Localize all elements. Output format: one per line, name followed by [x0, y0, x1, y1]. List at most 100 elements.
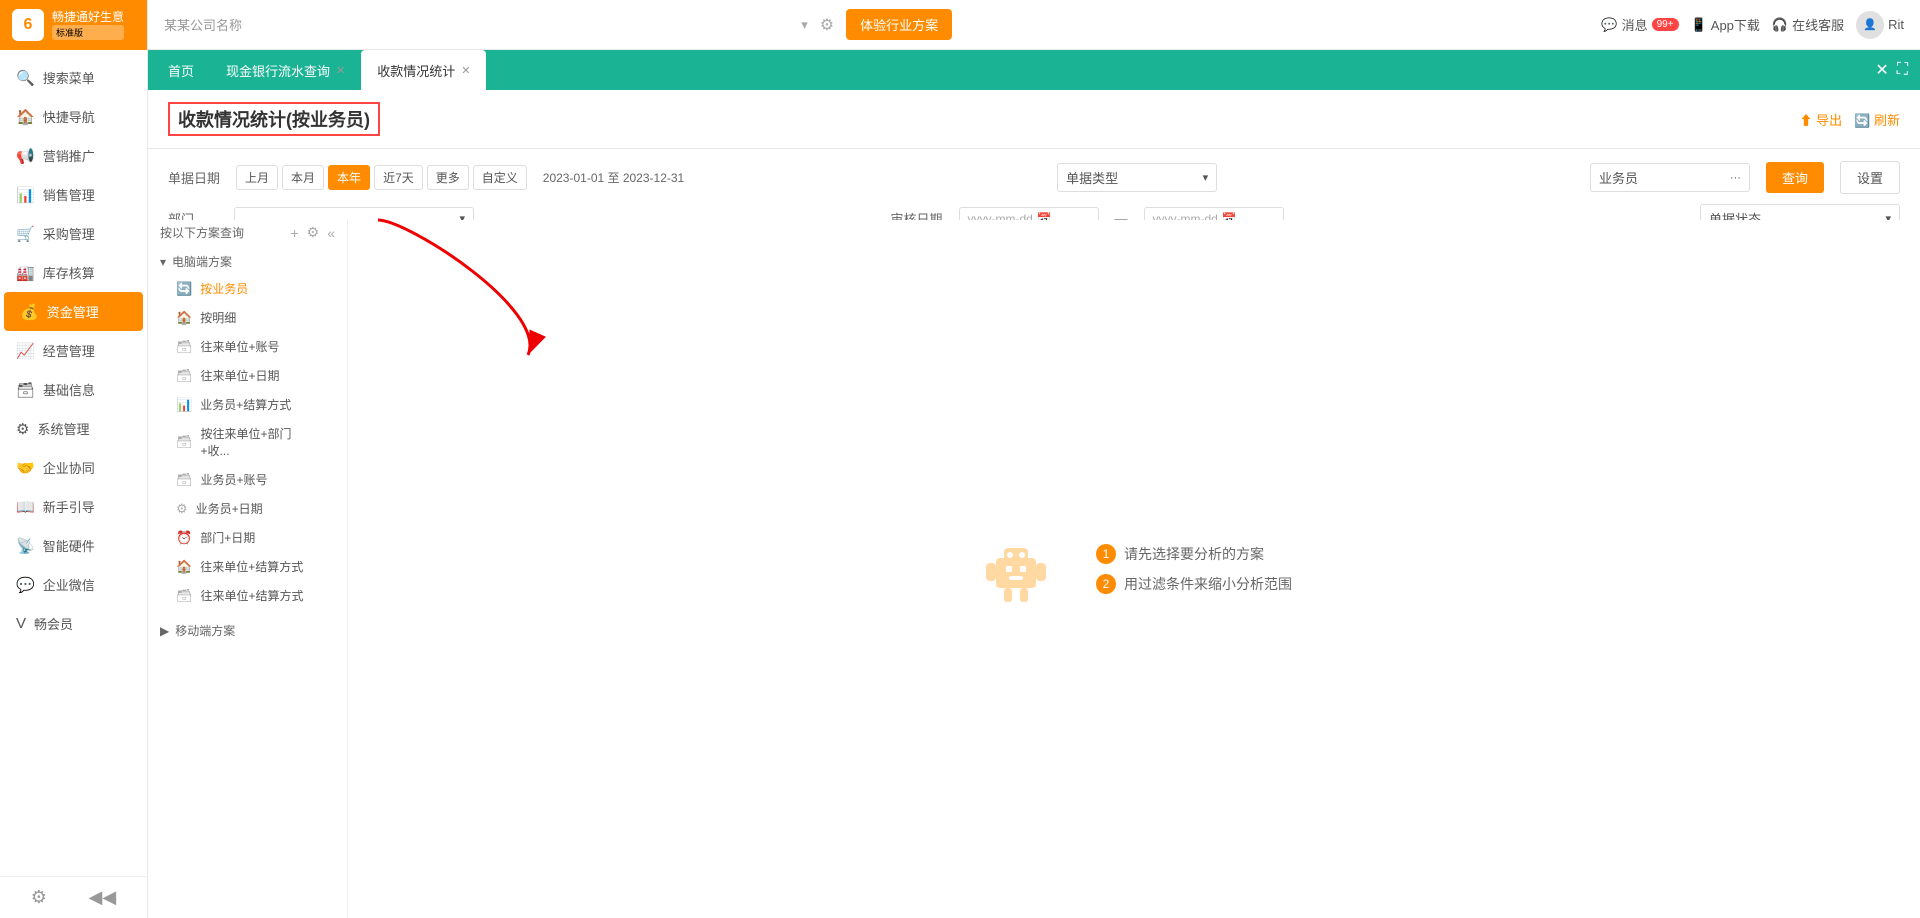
sidebar-item-hardware[interactable]: 📡智能硬件	[0, 526, 147, 565]
app-download-area[interactable]: 📱 App下载	[1691, 15, 1760, 34]
notification-badge: 99+	[1652, 18, 1679, 31]
scheme-item-icon-ps2: 🗃	[176, 588, 193, 604]
scheme-panel-icons: + ⚙ «	[290, 224, 335, 241]
scheme-group-mobile: ▶ 移动端方案	[148, 614, 347, 647]
date-btn-this-year[interactable]: 本年	[328, 165, 370, 190]
sidebar-item-collab[interactable]: 🤝企业协同	[0, 448, 147, 487]
scheme-group-expand-icon: ▾	[160, 255, 166, 269]
scheme-item-partner-dept[interactable]: 🗃 按往来单位+部门+收...	[148, 419, 347, 465]
sidebar-item-finance[interactable]: 💰资金管理	[4, 292, 143, 331]
scheme-item-salesman-date[interactable]: ⚙ 业务员+日期	[148, 494, 347, 523]
query-btn[interactable]: 查询	[1766, 162, 1824, 193]
sidebar-footer: ⚙ ◀◀	[0, 876, 147, 918]
scheme-item-icon-dpd: 🗃	[176, 434, 193, 450]
headset-icon: 🎧	[1772, 17, 1788, 33]
window-close-icon[interactable]: ✕	[1875, 60, 1888, 80]
scheme-mobile-expand-icon: ▶	[160, 624, 169, 638]
marketing-icon: 📢	[16, 147, 35, 165]
settings-btn[interactable]: 设置	[1840, 161, 1900, 194]
export-btn[interactable]: ⬆ 导出	[1800, 110, 1843, 129]
date-btn-7days[interactable]: 近7天	[374, 165, 423, 190]
scheme-group-mobile-title[interactable]: ▶ 移动端方案	[148, 618, 347, 643]
sidebar: 6 畅捷通好生意 标准版 🔍搜索菜单🏠快捷导航📢营销推广📊销售管理🛒采购管理🏭库…	[0, 0, 148, 918]
tab-bank-flow-close[interactable]: ✕	[336, 64, 345, 77]
scheme-item-salesman-account[interactable]: 🗃 业务员+账号	[148, 465, 347, 494]
tab-home[interactable]: 首页	[152, 50, 210, 90]
refresh-btn[interactable]: 🔄 刷新	[1854, 110, 1900, 129]
scheme-item-partner-account[interactable]: 🗃 往来单位+账号	[148, 332, 347, 361]
sidebar-item-basic[interactable]: 🗃基础信息	[0, 370, 147, 409]
finance-icon: 💰	[20, 303, 39, 321]
topbar-breadcrumb: 某某公司名称	[164, 15, 789, 34]
tab-bank-flow[interactable]: 现金银行流水查询 ✕	[210, 50, 361, 90]
scheme-item-partner-settle2[interactable]: 🗃 往来单位+结算方式	[148, 581, 347, 610]
sidebar-item-operation[interactable]: 📈经营管理	[0, 331, 147, 370]
scheme-group-desktop-title[interactable]: ▾ 电脑端方案	[148, 249, 347, 274]
basic-icon: 🗃	[16, 381, 35, 399]
export-icon: ⬆	[1800, 113, 1813, 128]
topbar-settings-icon[interactable]: ⚙	[820, 15, 834, 35]
sidebar-item-purchase[interactable]: 🛒采购管理	[0, 214, 147, 253]
scheme-item-by-salesman[interactable]: 🔄 按业务员	[148, 274, 347, 303]
scheme-add-icon[interactable]: +	[290, 225, 298, 241]
sidebar-logo: 6 畅捷通好生意 标准版	[0, 0, 147, 50]
filter-row-1: 单据日期 上月 本月 本年 近7天 更多 自定义 2023-01-01 至 20…	[168, 161, 1900, 194]
sidebar-item-wechat[interactable]: 💬企业微信	[0, 565, 147, 604]
scheme-collapse-icon[interactable]: «	[327, 225, 335, 241]
sidebar-item-system[interactable]: ⚙系统管理	[0, 409, 147, 448]
scheme-item-salesman-settle[interactable]: 📊 业务员+结算方式	[148, 390, 347, 419]
system-icon: ⚙	[16, 420, 29, 438]
date-options-group: 上月 本月 本年 近7天 更多 自定义	[236, 165, 527, 190]
sidebar-item-sales[interactable]: 📊销售管理	[0, 175, 147, 214]
date-btn-last-month[interactable]: 上月	[236, 165, 278, 190]
scheme-item-partner-settle1[interactable]: 🏠 往来单位+结算方式	[148, 552, 347, 581]
user-area[interactable]: 👤 Rit	[1856, 11, 1904, 39]
scheme-item-icon-detail: 🏠	[176, 310, 192, 326]
scheme-item-dept-date[interactable]: ⏰ 部门+日期	[148, 523, 347, 552]
scheme-item-icon-pa: 🗃	[176, 339, 193, 355]
avatar: 👤	[1856, 11, 1884, 39]
sidebar-item-quick-nav[interactable]: 🏠快捷导航	[0, 97, 147, 136]
collab-icon: 🤝	[16, 459, 35, 477]
search-icon: 🔍	[16, 69, 35, 87]
notification-area[interactable]: 💬 消息 99+	[1601, 15, 1678, 34]
scheme-item-icon-sa: 🗃	[176, 472, 193, 488]
robot-area: 1 请先选择要分析的方案 2 用过滤条件来缩小分析范围	[976, 528, 1292, 611]
refresh-icon: 🔄	[1854, 113, 1870, 128]
hint-num-2: 2	[1096, 574, 1116, 594]
scheme-item-icon-ps1: 🏠	[176, 559, 192, 575]
hint-item-2: 2 用过滤条件来缩小分析范围	[1096, 574, 1292, 594]
tab-receipt-stat-close[interactable]: ✕	[461, 64, 470, 77]
collapse-sidebar-icon[interactable]: ◀◀	[89, 887, 117, 908]
scheme-item-detail[interactable]: 🏠 按明细	[148, 303, 347, 332]
page-header: 收款情况统计(按业务员) ⬆ 导出 🔄 刷新	[148, 90, 1920, 149]
voucher-type-select[interactable]: 单据类型 ▾	[1057, 163, 1217, 192]
date-btn-this-month[interactable]: 本月	[282, 165, 324, 190]
sidebar-item-marketing[interactable]: 📢营销推广	[0, 136, 147, 175]
scheme-item-icon-sd: ⚙	[176, 501, 188, 517]
topbar-dropdown-icon[interactable]: ▾	[801, 17, 808, 33]
trial-btn[interactable]: 体验行业方案	[846, 9, 952, 40]
sidebar-item-search[interactable]: 🔍搜索菜单	[0, 58, 147, 97]
online-service-area[interactable]: 🎧 在线客服	[1772, 15, 1844, 34]
salesman-chevron: ···	[1730, 172, 1741, 184]
sidebar-item-vip[interactable]: V畅会员	[0, 604, 147, 643]
date-btn-more[interactable]: 更多	[427, 165, 469, 190]
scheme-panel-header: 按以下方案查询 + ⚙ «	[148, 220, 347, 245]
wechat-icon: 💬	[16, 576, 35, 594]
sidebar-item-inventory[interactable]: 🏭库存核算	[0, 253, 147, 292]
salesman-select[interactable]: 业务员 ···	[1590, 163, 1750, 192]
window-expand-icon[interactable]: ⛶	[1897, 61, 1908, 79]
voucher-type-chevron: ▾	[1203, 171, 1209, 184]
settings-footer-icon[interactable]: ⚙	[31, 887, 47, 908]
hardware-icon: 📡	[16, 537, 35, 555]
scheme-item-icon-salesman: 🔄	[176, 281, 192, 297]
vip-icon: V	[16, 615, 26, 632]
tab-receipt-stat[interactable]: 收款情况统计 ✕	[361, 50, 486, 90]
inventory-icon: 🏭	[16, 264, 35, 282]
scheme-item-partner-date[interactable]: 🗃 往来单位+日期	[148, 361, 347, 390]
date-label: 单据日期	[168, 168, 220, 187]
scheme-settings-icon[interactable]: ⚙	[307, 224, 320, 241]
date-btn-custom[interactable]: 自定义	[473, 165, 527, 190]
sidebar-item-guide[interactable]: 📖新手引导	[0, 487, 147, 526]
